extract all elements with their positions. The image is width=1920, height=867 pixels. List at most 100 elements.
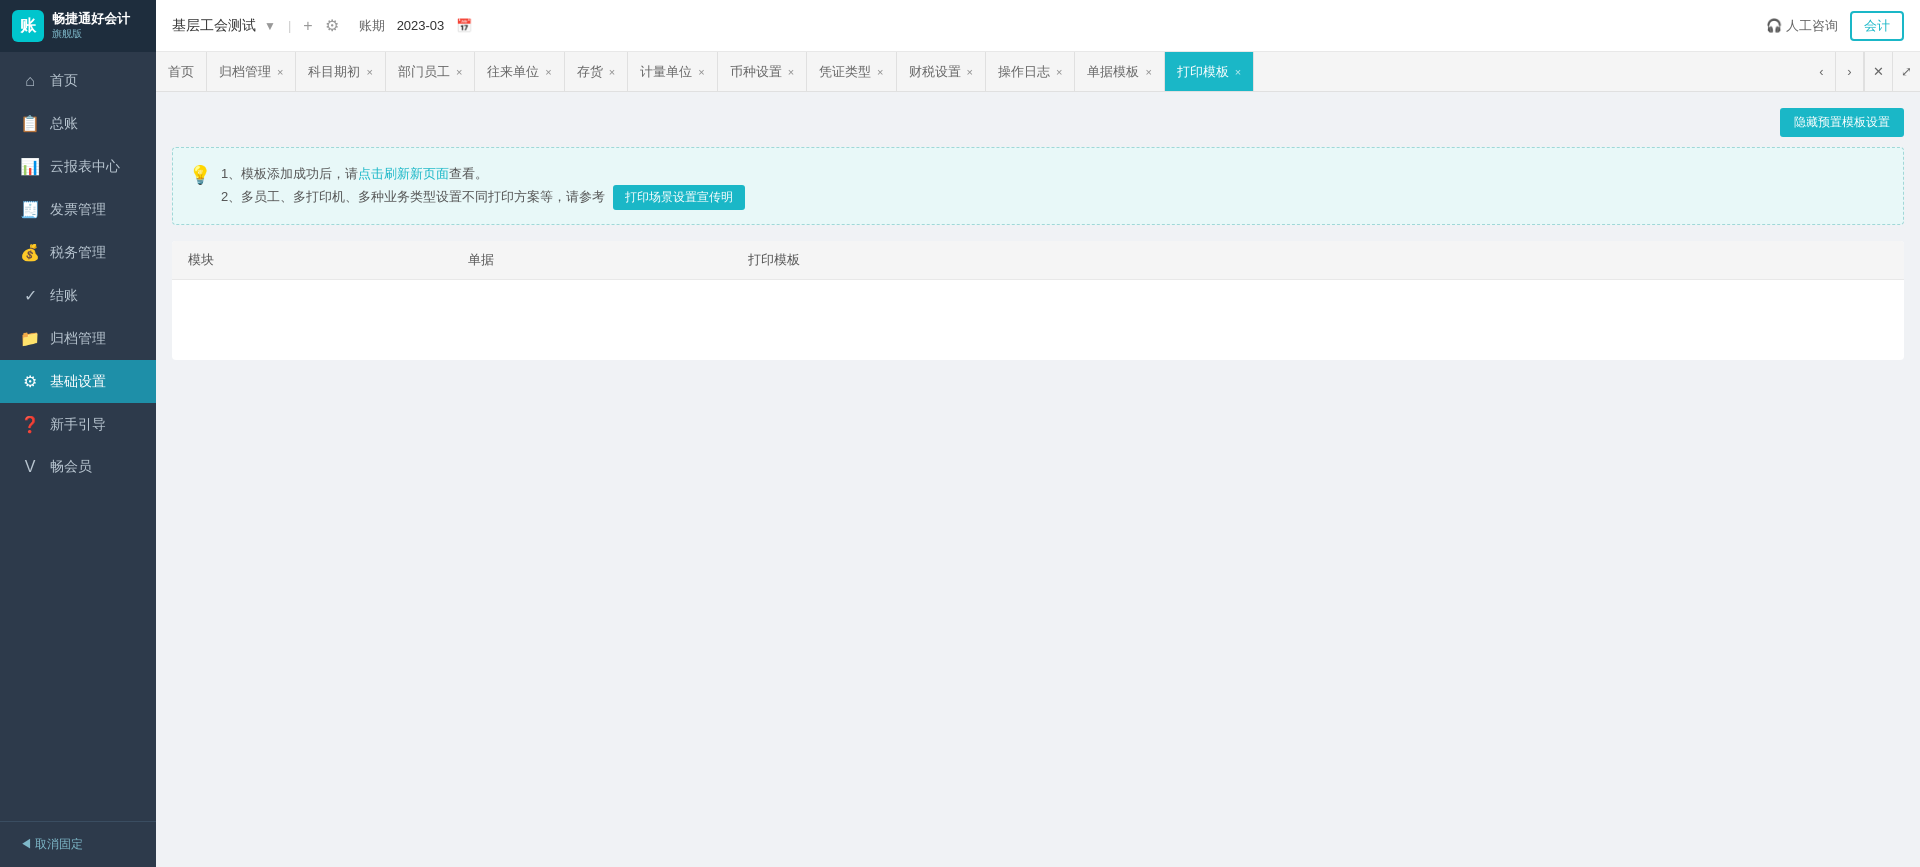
period-value: 2023-03 bbox=[397, 18, 445, 33]
sidebar-footer[interactable]: ◀ 取消固定 bbox=[0, 821, 156, 867]
sidebar-item-ledger[interactable]: 📋 总账 bbox=[0, 102, 156, 145]
tab-计量单位[interactable]: 计量单位× bbox=[628, 52, 717, 91]
sidebar-item-tax[interactable]: 💰 税务管理 bbox=[0, 231, 156, 274]
info-line1-prefix: 1、模板添加成功后，请 bbox=[221, 166, 358, 181]
info-text-area: 1、模板添加成功后，请点击刷新新页面查看。 2、多员工、多打印机、多种业务类型设… bbox=[221, 162, 1887, 210]
tabbar: 首页归档管理×科目期初×部门员工×往来单位×存货×计量单位×币种设置×凭证类型×… bbox=[156, 52, 1920, 92]
tab-label: 凭证类型 bbox=[819, 63, 871, 81]
account-button[interactable]: 会计 bbox=[1850, 11, 1904, 41]
nav-label-checkout: 结账 bbox=[50, 287, 78, 305]
tab-label: 归档管理 bbox=[219, 63, 271, 81]
main-area: 基层工会测试 ▼ | + ⚙ 账期 2023-03 📅 🎧 人工咨询 会计 首页… bbox=[156, 0, 1920, 867]
print-scene-button[interactable]: 打印场景设置宣传明 bbox=[613, 185, 745, 210]
tab-close-icon[interactable]: × bbox=[788, 66, 794, 78]
nav-label-reports: 云报表中心 bbox=[50, 158, 120, 176]
sidebar-item-checkout[interactable]: ✓结账 bbox=[0, 274, 156, 317]
tab-close-icon[interactable]: × bbox=[967, 66, 973, 78]
period-label: 账期 bbox=[359, 17, 385, 35]
tab-科目期初[interactable]: 科目期初 × bbox=[296, 52, 385, 91]
headset-icon: 🎧 bbox=[1766, 18, 1782, 33]
tab-expand-button[interactable]: ⤢ bbox=[1892, 52, 1920, 91]
tab-打印模板[interactable]: 打印模板× bbox=[1165, 52, 1254, 91]
nav-label-archive: 归档管理 bbox=[50, 330, 106, 348]
tab-close-icon[interactable]: × bbox=[277, 66, 283, 78]
tab-close-icon[interactable]: × bbox=[366, 66, 372, 78]
tab-close-icon[interactable]: × bbox=[545, 66, 551, 78]
sidebar-item-member[interactable]: V 畅会员 bbox=[0, 446, 156, 488]
sidebar-item-reports[interactable]: 📊 云报表中心 bbox=[0, 145, 156, 188]
data-table: 模块 单据 打印模板 bbox=[172, 241, 1904, 360]
nav-label-tax: 税务管理 bbox=[50, 244, 106, 262]
tab-label: 存货 bbox=[577, 63, 603, 81]
nav-icon-reports: 📊 bbox=[20, 157, 40, 176]
tab-close-icon[interactable]: × bbox=[609, 66, 615, 78]
sidebar: 账 畅捷通好会计 旗舰版 ⌂首页 📋 总账 📊 云报表中心 🧾 发票管理 💰 税务管理 ✓结账📁归… bbox=[0, 0, 156, 867]
service-label: 人工咨询 bbox=[1786, 17, 1838, 35]
info-line2-prefix: 2、多员工、多打印机、多种业务类型设置不同打印方案等，请参考 bbox=[221, 189, 605, 204]
tab-close-icon[interactable]: × bbox=[1056, 66, 1062, 78]
nav-icon-member: V bbox=[20, 458, 40, 476]
tab-label: 币种设置 bbox=[730, 63, 782, 81]
tab-财税设置[interactable]: 财税设置 × bbox=[897, 52, 986, 91]
nav-icon-tax: 💰 bbox=[20, 243, 40, 262]
tab-首页[interactable]: 首页 bbox=[156, 52, 207, 91]
info-line-1: 1、模板添加成功后，请点击刷新新页面查看。 bbox=[221, 162, 1887, 185]
tab-label: 财税设置 bbox=[909, 63, 961, 81]
add-tab-icon[interactable]: + bbox=[303, 17, 312, 35]
tab-存货[interactable]: 存货 × bbox=[565, 52, 628, 91]
nav-label-settings: 基础设置 bbox=[50, 373, 106, 391]
table-header-document: 单据 bbox=[452, 241, 732, 279]
tab-close-icon[interactable]: × bbox=[456, 66, 462, 78]
calendar-icon[interactable]: 📅 bbox=[456, 18, 472, 33]
tab-label: 部门员工 bbox=[398, 63, 450, 81]
tab-close-icon[interactable]: × bbox=[1235, 66, 1241, 78]
tab-close-icon[interactable]: × bbox=[1145, 66, 1151, 78]
tab-label: 单据模板 bbox=[1087, 63, 1139, 81]
tab-操作日志[interactable]: 操作日志 × bbox=[986, 52, 1075, 91]
sidebar-item-archive[interactable]: 📁归档管理 bbox=[0, 317, 156, 360]
tab-label: 科目期初 bbox=[308, 63, 360, 81]
sidebar-item-home[interactable]: ⌂首页 bbox=[0, 60, 156, 102]
nav-icon-ledger: 📋 bbox=[20, 114, 40, 133]
tab-scroll-left-button[interactable]: ‹ bbox=[1808, 52, 1836, 91]
table-body bbox=[172, 280, 1904, 360]
tab-label: 首页 bbox=[168, 63, 194, 81]
action-bar: 隐藏预置模板设置 bbox=[172, 108, 1904, 137]
sidebar-item-guide[interactable]: ❓新手引导 bbox=[0, 403, 156, 446]
tab-label: 往来单位 bbox=[487, 63, 539, 81]
nav-label-invoice: 发票管理 bbox=[50, 201, 106, 219]
table-header-template: 打印模板 bbox=[732, 241, 1904, 279]
sidebar-nav: ⌂首页 📋 总账 📊 云报表中心 🧾 发票管理 💰 税务管理 ✓结账📁归档管理⚙基础设置❓新手引导… bbox=[0, 52, 156, 821]
sidebar-item-invoice[interactable]: 🧾 发票管理 bbox=[0, 188, 156, 231]
topbar-left: 基层工会测试 ▼ | + ⚙ 账期 2023-03 📅 bbox=[172, 16, 1766, 35]
info-bulb-icon: 💡 bbox=[189, 164, 211, 186]
tab-单据模板[interactable]: 单据模板 × bbox=[1075, 52, 1164, 91]
table-header-module: 模块 bbox=[172, 241, 452, 279]
tab-币种设置[interactable]: 币种设置 × bbox=[718, 52, 807, 91]
settings-gear-icon[interactable]: ⚙ bbox=[325, 16, 339, 35]
nav-icon-invoice: 🧾 bbox=[20, 200, 40, 219]
tab-close-icon[interactable]: × bbox=[698, 66, 704, 78]
service-button[interactable]: 🎧 人工咨询 bbox=[1766, 17, 1838, 35]
tab-close-icon[interactable]: × bbox=[877, 66, 883, 78]
table-header: 模块 单据 打印模板 bbox=[172, 241, 1904, 280]
tab-归档管理[interactable]: 归档管理 × bbox=[207, 52, 296, 91]
tab-部门员工[interactable]: 部门员工 × bbox=[386, 52, 475, 91]
hide-template-button[interactable]: 隐藏预置模板设置 bbox=[1780, 108, 1904, 137]
info-line1-suffix: 查看。 bbox=[449, 166, 488, 181]
logo-text-area: 畅捷通好会计 旗舰版 bbox=[52, 11, 130, 42]
tab-close-all-button[interactable]: ✕ bbox=[1864, 52, 1892, 91]
sidebar-item-settings[interactable]: ⚙基础设置 bbox=[0, 360, 156, 403]
refresh-link[interactable]: 点击刷新新页面 bbox=[358, 166, 449, 181]
nav-label-ledger: 总账 bbox=[50, 115, 78, 133]
nav-label-guide: 新手引导 bbox=[50, 416, 106, 434]
nav-label-member: 畅会员 bbox=[50, 458, 92, 476]
tab-往来单位[interactable]: 往来单位 × bbox=[475, 52, 564, 91]
company-dropdown-icon[interactable]: ▼ bbox=[264, 19, 276, 33]
topbar-right: 🎧 人工咨询 会计 bbox=[1766, 11, 1904, 41]
tab-凭证类型[interactable]: 凭证类型 × bbox=[807, 52, 896, 91]
tab-label: 操作日志 bbox=[998, 63, 1050, 81]
nav-label-home: 首页 bbox=[50, 72, 78, 90]
tab-scroll-right-button[interactable]: › bbox=[1836, 52, 1864, 91]
logo-area: 账 畅捷通好会计 旗舰版 bbox=[0, 0, 156, 52]
